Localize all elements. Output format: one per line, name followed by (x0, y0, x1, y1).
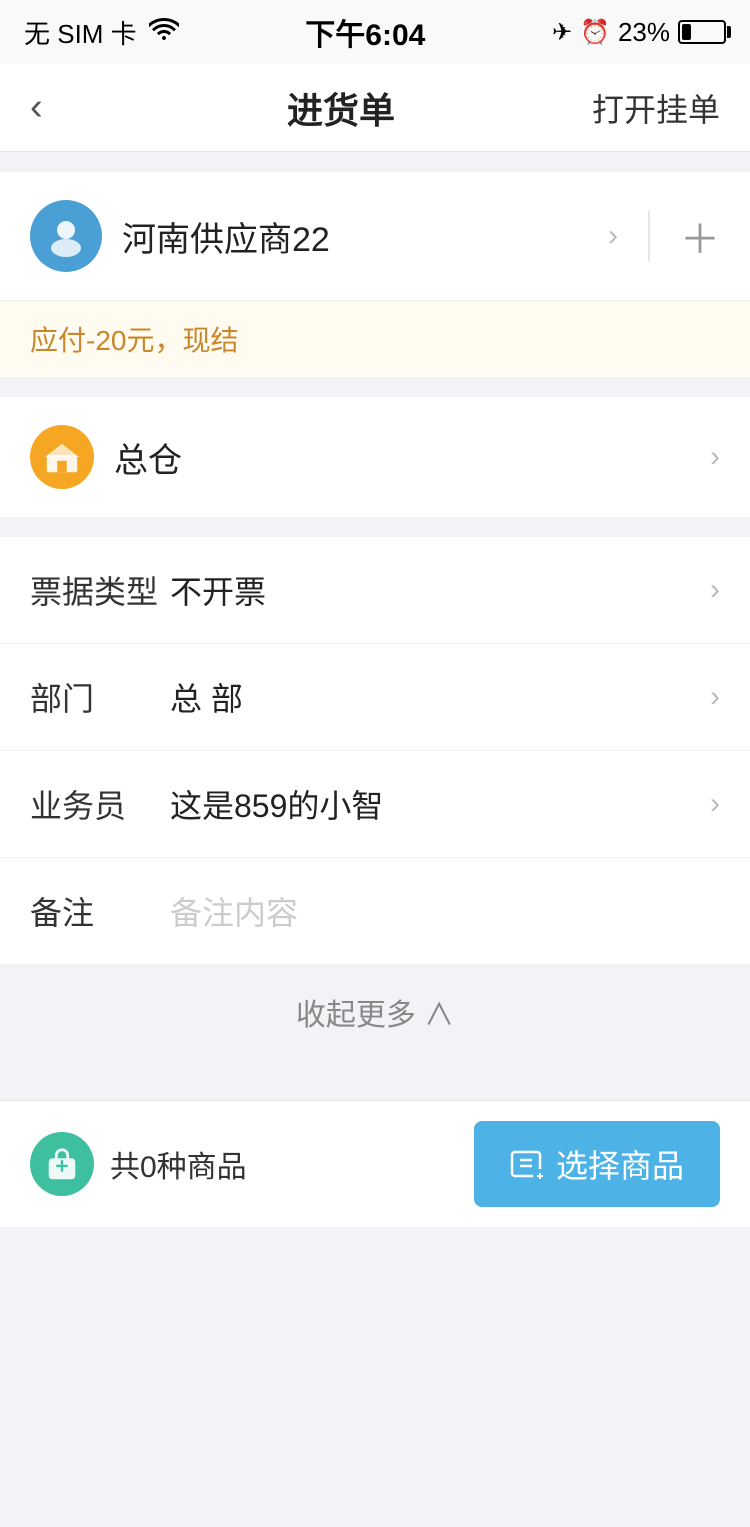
department-chevron-icon: › (710, 680, 720, 714)
salesman-row[interactable]: 业务员 这是859的小智 › (0, 751, 750, 858)
carrier-text: 无 SIM 卡 (24, 14, 137, 51)
add-supplier-button[interactable]: ＋ (680, 207, 720, 265)
invoice-chevron-icon: › (710, 573, 720, 607)
section-gap-1 (0, 152, 750, 172)
nav-bar: ‹ 进货单 打开挂单 (0, 64, 750, 152)
supplier-avatar (30, 200, 102, 272)
salesman-chevron-icon: › (710, 787, 720, 821)
section-gap-4 (0, 1060, 750, 1080)
supplier-row[interactable]: 河南供应商22 › ＋ (0, 172, 750, 301)
salesman-label: 业务员 (30, 781, 170, 827)
remark-row[interactable]: 备注 备注内容 (0, 858, 750, 964)
warehouse-card: 总仓 › (0, 397, 750, 517)
remark-label: 备注 (30, 888, 170, 934)
warehouse-icon (30, 425, 94, 489)
product-count-text: 共0种商品 (110, 1142, 247, 1186)
product-bag-icon (30, 1132, 94, 1196)
status-right: ✈ ⏰ 23% (552, 17, 726, 48)
collapse-label: 收起更多 ∧ (296, 990, 454, 1034)
select-product-button[interactable]: 选择商品 (474, 1121, 720, 1207)
supplier-card: 河南供应商22 › ＋ 应付-20元，现结 (0, 172, 750, 377)
battery-icon (678, 20, 726, 44)
supplier-notice-banner: 应付-20元，现结 (0, 301, 750, 377)
form-section: 票据类型 不开票 › 部门 总 部 › 业务员 这是859的小智 › 备注 备注… (0, 537, 750, 964)
supplier-notice-text: 应付-20元，现结 (30, 325, 238, 356)
remark-input[interactable]: 备注内容 (170, 888, 720, 934)
invoice-label: 票据类型 (30, 567, 170, 613)
supplier-divider (648, 211, 650, 261)
collapse-row[interactable]: 收起更多 ∧ (0, 964, 750, 1060)
invoice-value: 不开票 (170, 567, 700, 613)
department-row[interactable]: 部门 总 部 › (0, 644, 750, 751)
warehouse-name: 总仓 (114, 433, 700, 482)
wifi-icon (149, 18, 179, 47)
warehouse-chevron-icon: › (710, 440, 720, 474)
supplier-name: 河南供应商22 (122, 212, 608, 261)
status-left: 无 SIM 卡 (24, 14, 179, 51)
battery-percent: 23% (618, 17, 670, 48)
location-icon: ✈ (552, 18, 572, 47)
status-time: 下午6:04 (305, 10, 425, 54)
battery-fill (682, 24, 691, 40)
bottom-bar: 共0种商品 选择商品 (0, 1100, 750, 1227)
section-gap-3 (0, 517, 750, 537)
page-background (0, 1227, 750, 1527)
department-value: 总 部 (170, 674, 700, 720)
supplier-chevron-icon: › (608, 219, 618, 253)
alarm-icon: ⏰ (580, 18, 610, 47)
section-gap-2 (0, 377, 750, 397)
warehouse-row[interactable]: 总仓 › (0, 397, 750, 517)
invoice-row[interactable]: 票据类型 不开票 › (0, 537, 750, 644)
page-title: 进货单 (287, 82, 395, 134)
select-product-label: 选择商品 (556, 1141, 684, 1187)
product-count-wrap: 共0种商品 (30, 1132, 247, 1196)
back-button[interactable]: ‹ (30, 86, 90, 129)
open-pending-button[interactable]: 打开挂单 (592, 85, 720, 131)
salesman-value: 这是859的小智 (170, 781, 700, 827)
select-product-icon (510, 1146, 546, 1182)
status-bar: 无 SIM 卡 下午6:04 ✈ ⏰ 23% (0, 0, 750, 64)
department-label: 部门 (30, 674, 170, 720)
